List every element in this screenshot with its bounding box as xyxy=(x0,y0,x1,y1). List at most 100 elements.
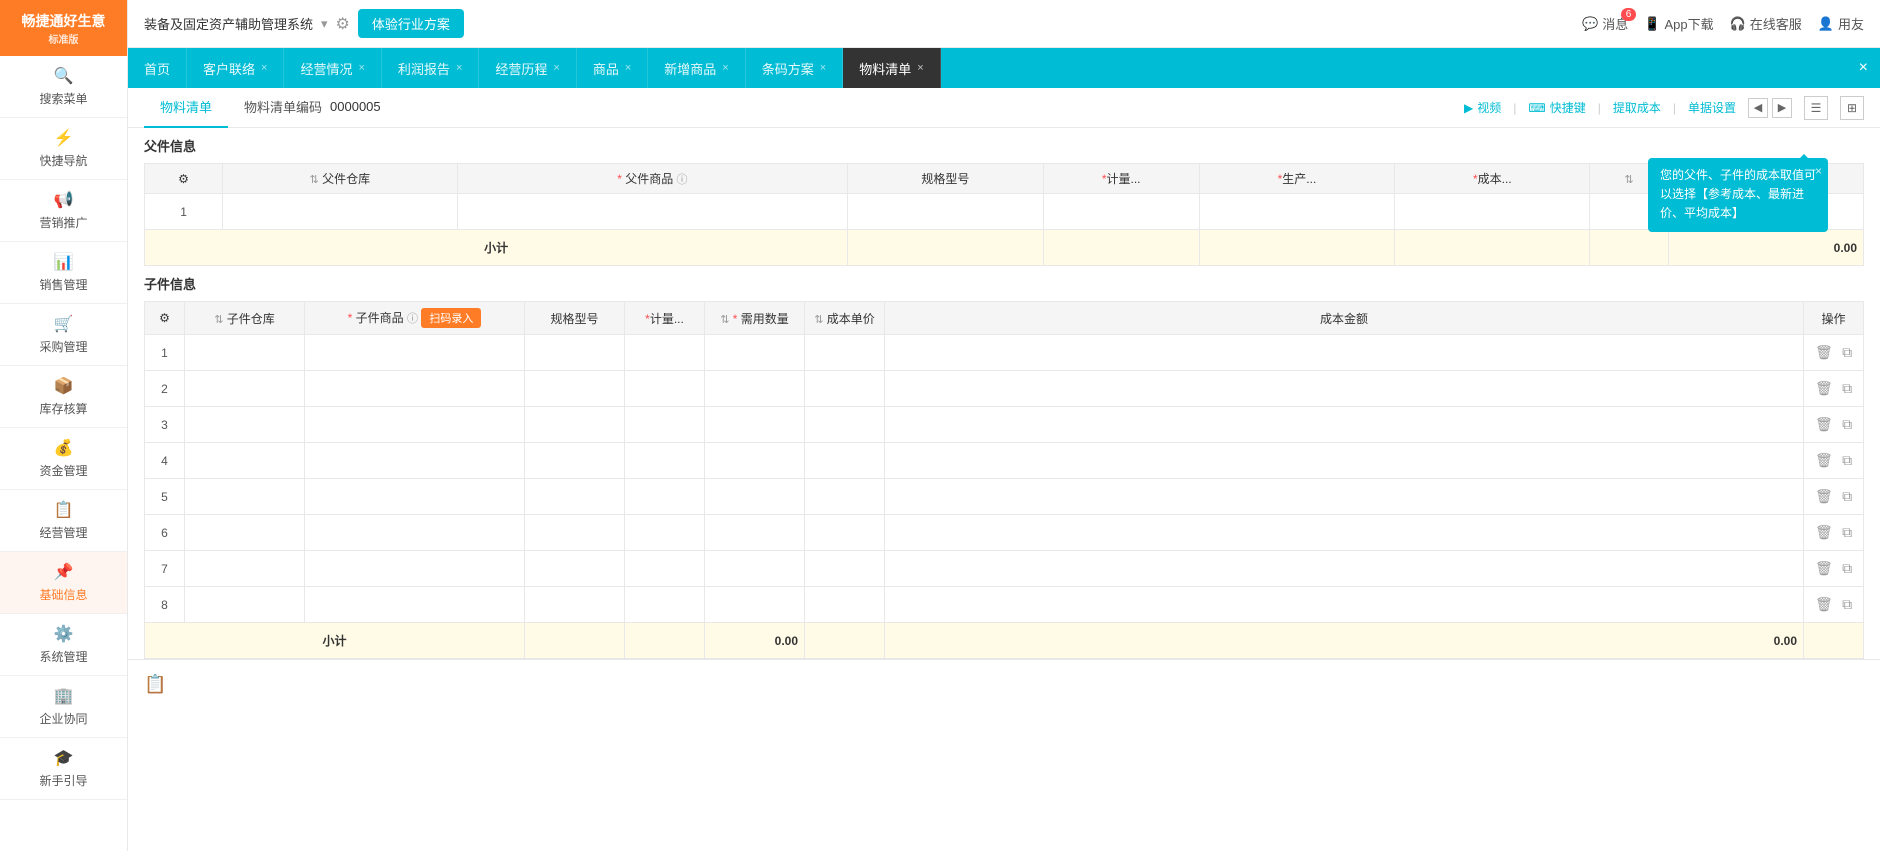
copy-icon-7[interactable]: ⧉ xyxy=(1842,560,1852,576)
next-arrow-button[interactable]: ▶ xyxy=(1772,98,1792,118)
child-row-spec-3[interactable] xyxy=(525,407,625,443)
child-row-cost-unit-8[interactable] xyxy=(805,587,885,623)
copy-icon-2[interactable]: ⧉ xyxy=(1842,380,1852,396)
child-row-spec-8[interactable] xyxy=(525,587,625,623)
child-row-unit-4[interactable] xyxy=(625,443,705,479)
online-service-button[interactable]: 🎧 在线客服 xyxy=(1730,14,1802,33)
tab-operation-stat-close[interactable]: × xyxy=(358,62,364,74)
delete-icon-3[interactable]: 🗑 xyxy=(1815,416,1833,432)
child-row-goods-3[interactable] xyxy=(305,407,525,443)
copy-icon-5[interactable]: ⧉ xyxy=(1842,488,1852,504)
child-row-warehouse-8[interactable] xyxy=(185,587,305,623)
child-row-goods-2[interactable] xyxy=(305,371,525,407)
sidebar-item-quick-nav[interactable]: ⚡ 快捷导航 xyxy=(0,118,127,180)
experience-button[interactable]: 体验行业方案 xyxy=(358,9,464,38)
app-download-button[interactable]: 📱 App下载 xyxy=(1644,14,1713,33)
tab-operation-hist[interactable]: 经营历程 × xyxy=(479,48,576,88)
child-row-unit-5[interactable] xyxy=(625,479,705,515)
delete-icon-2[interactable]: 🗑 xyxy=(1815,380,1833,396)
child-row-cost-unit-3[interactable] xyxy=(805,407,885,443)
child-row-cost-unit-5[interactable] xyxy=(805,479,885,515)
sidebar-item-operation[interactable]: 📋 经营管理 xyxy=(0,490,127,552)
parent-row-produce[interactable] xyxy=(1199,194,1394,230)
tab-operation-stat[interactable]: 经营情况 × xyxy=(284,48,381,88)
tab-customer-close[interactable]: × xyxy=(261,62,267,74)
tab-barcode[interactable]: 条码方案 × xyxy=(746,48,843,88)
child-row-spec-1[interactable] xyxy=(525,335,625,371)
child-row-goods-4[interactable] xyxy=(305,443,525,479)
child-row-spec-2[interactable] xyxy=(525,371,625,407)
delete-icon-5[interactable]: 🗑 xyxy=(1815,488,1833,504)
child-row-qty-1[interactable] xyxy=(705,335,805,371)
tab-bom-close[interactable]: × xyxy=(917,62,923,74)
delete-icon-4[interactable]: 🗑 xyxy=(1815,452,1833,468)
sub-tab-bom-code[interactable]: 物料清单编码 0000005 xyxy=(228,88,397,128)
child-row-qty-7[interactable] xyxy=(705,551,805,587)
sidebar-item-enterprise[interactable]: 🏢 企业协同 xyxy=(0,676,127,738)
delete-icon-1[interactable]: 🗑 xyxy=(1815,344,1833,360)
child-row-warehouse-5[interactable] xyxy=(185,479,305,515)
child-row-qty-2[interactable] xyxy=(705,371,805,407)
copy-icon-8[interactable]: ⧉ xyxy=(1842,596,1852,612)
child-row-qty-4[interactable] xyxy=(705,443,805,479)
child-row-unit-6[interactable] xyxy=(625,515,705,551)
tab-barcode-close[interactable]: × xyxy=(820,62,826,74)
video-button[interactable]: ▶ 视频 xyxy=(1464,99,1501,116)
dropdown-icon[interactable]: ▾ xyxy=(321,16,328,32)
sidebar-item-search[interactable]: 🔍 搜索菜单 xyxy=(0,56,127,118)
tab-home[interactable]: 首页 xyxy=(128,48,187,88)
child-row-warehouse-6[interactable] xyxy=(185,515,305,551)
tab-goods-close[interactable]: × xyxy=(625,62,631,74)
child-row-goods-6[interactable] xyxy=(305,515,525,551)
settings-gear-icon[interactable]: ⚙ xyxy=(336,14,350,34)
child-row-spec-5[interactable] xyxy=(525,479,625,515)
delete-icon-8[interactable]: 🗑 xyxy=(1815,596,1833,612)
copy-icon-4[interactable]: ⧉ xyxy=(1842,452,1852,468)
child-row-goods-8[interactable] xyxy=(305,587,525,623)
child-row-unit-8[interactable] xyxy=(625,587,705,623)
child-row-cost-unit-2[interactable] xyxy=(805,371,885,407)
child-row-cost-unit-4[interactable] xyxy=(805,443,885,479)
sidebar-item-guide[interactable]: 🎓 新手引导 xyxy=(0,738,127,800)
tab-goods[interactable]: 商品 × xyxy=(577,48,648,88)
parent-row-unit[interactable] xyxy=(1043,194,1199,230)
child-row-warehouse-3[interactable] xyxy=(185,407,305,443)
child-row-qty-8[interactable] xyxy=(705,587,805,623)
tab-profit-close[interactable]: × xyxy=(456,62,462,74)
child-row-warehouse-4[interactable] xyxy=(185,443,305,479)
copy-icon-1[interactable]: ⧉ xyxy=(1842,344,1852,360)
parent-th-settings[interactable]: ⚙ xyxy=(145,164,223,194)
child-th-settings[interactable]: ⚙ xyxy=(145,302,185,335)
child-row-qty-6[interactable] xyxy=(705,515,805,551)
child-row-qty-5[interactable] xyxy=(705,479,805,515)
child-row-cost-unit-7[interactable] xyxy=(805,551,885,587)
extract-cost-button[interactable]: 提取成本 xyxy=(1613,99,1661,116)
sidebar-item-basic[interactable]: 📌 基础信息 xyxy=(0,552,127,614)
shortcut-button[interactable]: ⌨ 快捷键 xyxy=(1528,99,1585,116)
copy-icon-6[interactable]: ⧉ xyxy=(1842,524,1852,540)
sidebar-item-finance[interactable]: 💰 资金管理 xyxy=(0,428,127,490)
child-row-warehouse-7[interactable] xyxy=(185,551,305,587)
parent-row-spec[interactable] xyxy=(848,194,1043,230)
child-row-spec-4[interactable] xyxy=(525,443,625,479)
close-all-tabs-button[interactable]: × xyxy=(1847,59,1880,77)
sidebar-item-system[interactable]: ⚙️ 系统管理 xyxy=(0,614,127,676)
child-row-unit-7[interactable] xyxy=(625,551,705,587)
tab-new-goods[interactable]: 新增商品 × xyxy=(648,48,745,88)
child-row-unit-3[interactable] xyxy=(625,407,705,443)
child-row-qty-3[interactable] xyxy=(705,407,805,443)
parent-row-goods[interactable] xyxy=(457,194,848,230)
child-row-goods-1[interactable] xyxy=(305,335,525,371)
child-row-warehouse-1[interactable] xyxy=(185,335,305,371)
child-row-unit-2[interactable] xyxy=(625,371,705,407)
copy-icon-3[interactable]: ⧉ xyxy=(1842,416,1852,432)
delete-icon-6[interactable]: 🗑 xyxy=(1815,524,1833,540)
child-row-warehouse-2[interactable] xyxy=(185,371,305,407)
sub-tab-bom-list[interactable]: 物料清单 xyxy=(144,88,228,128)
sidebar-item-inventory[interactable]: 📦 库存核算 xyxy=(0,366,127,428)
user-button[interactable]: 👤 用友 xyxy=(1818,14,1864,33)
child-row-cost-unit-6[interactable] xyxy=(805,515,885,551)
grid-view-button[interactable]: ☰ xyxy=(1804,96,1828,120)
parent-row-cost[interactable] xyxy=(1395,194,1590,230)
tab-customer[interactable]: 客户联络 × xyxy=(187,48,284,88)
